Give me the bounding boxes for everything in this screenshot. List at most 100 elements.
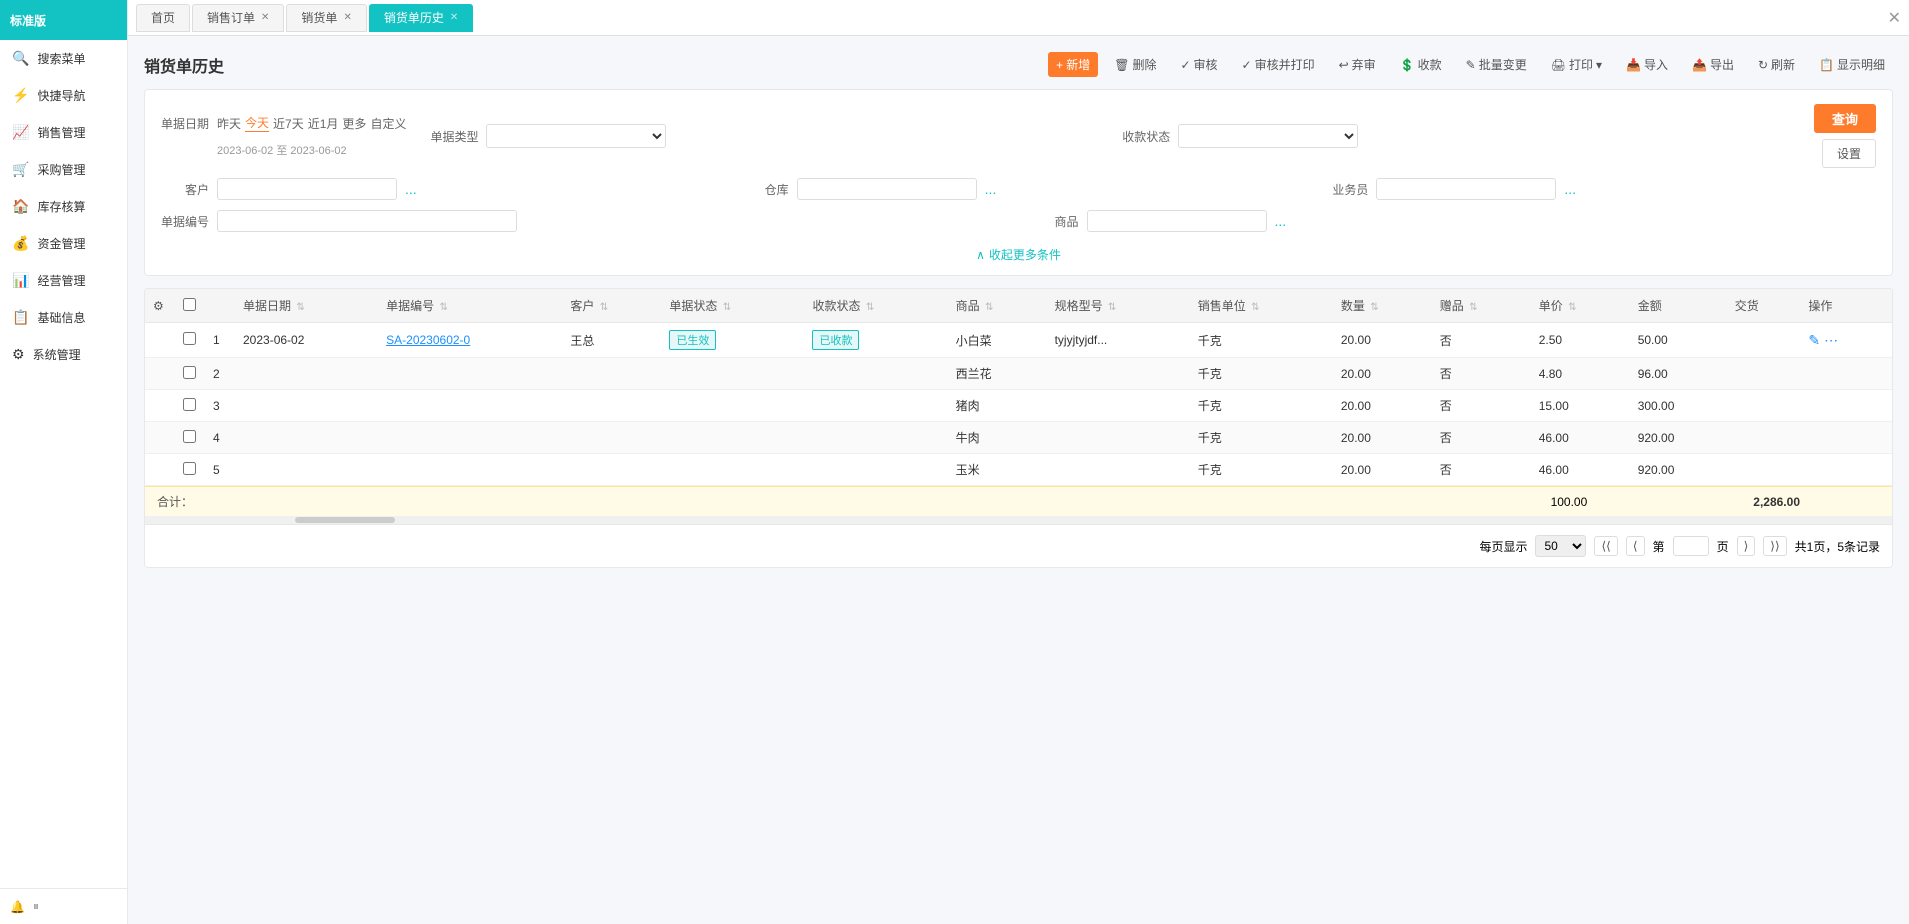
doc-num-cell[interactable] [378,390,562,422]
goods-label: 商品 [1031,213,1079,230]
first-page-button[interactable]: ⟨⟨ [1594,536,1617,556]
customer-col-header[interactable]: 客户 ⇅ [562,289,661,323]
select-all-checkbox[interactable] [183,298,196,311]
shortcut-last7[interactable]: 近7天 [273,115,304,132]
checkbox-cell[interactable] [175,390,205,422]
export-button[interactable]: 📤 导出 [1684,52,1742,77]
gift-col-header[interactable]: 赠品 ⇅ [1432,289,1531,323]
scrollbar-thumb[interactable] [295,517,395,523]
sidebar-item-inventory[interactable]: 🏠 库存核算 [0,188,127,225]
query-button[interactable]: 查询 [1814,104,1876,133]
new-button[interactable]: + 新增 [1048,52,1098,77]
shortcut-yesterday[interactable]: 昨天 [217,115,241,132]
sidebar-item-purchase-mgmt[interactable]: 🛒 采购管理 [0,151,127,188]
business-label: 业务员 [1320,181,1368,198]
business-dots[interactable]: ... [1564,181,1576,197]
audit-print-button[interactable]: ✓ 审核并打印 [1234,52,1323,77]
collect-button[interactable]: 💲 收款 [1392,52,1450,77]
show-detail-button[interactable]: 📋 显示明细 [1811,52,1893,77]
row-checkbox-4[interactable] [183,462,196,475]
warehouse-dots[interactable]: ... [985,181,997,197]
tab-sales-history-close[interactable]: ✕ [450,12,458,23]
customer-cell [562,358,661,390]
doc-date-cell [235,454,378,486]
customer-dots[interactable]: ... [405,181,417,197]
shortcut-custom[interactable]: 自定义 [370,115,406,132]
doc-num-cell[interactable] [378,358,562,390]
close-all-button[interactable]: ✕ [1888,8,1901,28]
ops-icon-0[interactable]: ✎ [1808,332,1820,348]
goods-cell: 西兰花 [948,358,1047,390]
goods-input[interactable] [1087,210,1267,232]
doc-num-cell[interactable]: SA-20230602-0 [378,323,562,358]
pause-icon[interactable]: ⏸ [33,899,39,914]
doc-num-cell[interactable] [378,422,562,454]
checkbox-cell[interactable] [175,454,205,486]
unit-col-header[interactable]: 销售单位 ⇅ [1190,289,1333,323]
prev-page-button[interactable]: ⟨ [1626,536,1645,556]
refresh-button[interactable]: ↻ 刷新 [1750,52,1803,77]
row-checkbox-1[interactable] [183,366,196,379]
import-button[interactable]: 📥 导入 [1618,52,1676,77]
spec-col-header[interactable]: 规格型号 ⇅ [1047,289,1190,323]
sidebar-item-search-menu[interactable]: 🔍 搜索菜单 [0,40,127,77]
checkbox-cell[interactable] [175,323,205,358]
next-page-button[interactable]: ⟩ [1737,536,1756,556]
shortcut-last-month[interactable]: 近1月 [308,115,339,132]
gear-col-header[interactable]: ⚙ [145,289,175,323]
sidebar-item-ops-mgmt[interactable]: 📊 经营管理 [0,262,127,299]
per-page-select[interactable]: 10 20 50 100 [1535,535,1586,557]
tab-sales-order-close[interactable]: ✕ [261,12,269,23]
tab-sales-goods-label: 销货单 [301,9,337,26]
print-button[interactable]: 🖨 打印 ▾ [1543,52,1610,77]
spec-cell [1047,422,1190,454]
doc-num-col-header[interactable]: 单据编号 ⇅ [378,289,562,323]
row-checkbox-3[interactable] [183,430,196,443]
collapse-more-button[interactable]: ∧ 收起更多条件 [161,242,1876,267]
collect-status-select[interactable] [1178,124,1358,148]
tab-sales-goods[interactable]: 销货单 ✕ [286,4,366,32]
tab-sales-order[interactable]: 销售订单 ✕ [192,4,284,32]
doc-num-input[interactable] [217,210,517,232]
page-number-input[interactable]: 1 [1673,536,1709,556]
sidebar-item-sales-mgmt[interactable]: 📈 销售管理 [0,114,127,151]
doc-type-select[interactable] [486,124,666,148]
doc-status-col-header[interactable]: 单据状态 ⇅ [661,289,804,323]
goods-dots[interactable]: ... [1275,213,1287,229]
checkbox-cell[interactable] [175,422,205,454]
business-input[interactable] [1376,178,1556,200]
audit-button[interactable]: ✓ 审核 [1172,52,1225,77]
sidebar-item-sys-mgmt[interactable]: ⚙ 系统管理 [0,336,127,373]
warehouse-input[interactable] [797,178,977,200]
horizontal-scrollbar[interactable] [145,516,1892,524]
checkbox-cell[interactable] [175,358,205,390]
sidebar-item-finance-mgmt[interactable]: 💰 资金管理 [0,225,127,262]
checkbox-col-header[interactable] [175,289,205,323]
last-page-button[interactable]: ⟩⟩ [1763,536,1786,556]
notification-icon[interactable]: 🔔 [10,900,25,914]
shortcut-more[interactable]: 更多 [342,115,366,132]
goods-col-header[interactable]: 商品 ⇅ [948,289,1047,323]
tab-sales-goods-close[interactable]: ✕ [343,12,351,23]
row-checkbox-0[interactable] [183,332,196,345]
sidebar-item-basic-info[interactable]: 📋 基础信息 [0,299,127,336]
ops-icon-1[interactable]: ⋯ [1824,332,1838,348]
customer-input[interactable] [217,178,397,200]
collect-status-col-header[interactable]: 收款状态 ⇅ [804,289,947,323]
batch-change-button[interactable]: ✎ 批量变更 [1458,52,1535,77]
price-col-header[interactable]: 单价 ⇅ [1531,289,1630,323]
set-button[interactable]: 设置 [1822,139,1876,168]
unit-cell: 千克 [1190,358,1333,390]
doc-date-col-header[interactable]: 单据日期 ⇅ [235,289,378,323]
abandon-button[interactable]: ↩ 弃审 [1331,52,1384,77]
row-checkbox-2[interactable] [183,398,196,411]
tab-sales-history[interactable]: 销货单历史 ✕ [369,4,473,32]
tab-home[interactable]: 首页 [136,4,190,32]
sidebar-item-quick-nav[interactable]: ⚡ 快捷导航 [0,77,127,114]
pagination-bar: 每页显示 10 20 50 100 ⟨⟨ ⟨ 第 1 页 ⟩ ⟩⟩ 共1页，5条… [145,524,1892,567]
shortcut-today[interactable]: 今天 [245,114,269,132]
delete-button[interactable]: 🗑 删除 [1106,52,1164,77]
qty-col-header[interactable]: 数量 ⇅ [1333,289,1432,323]
doc-num-cell[interactable] [378,454,562,486]
collect-status-cell [804,390,947,422]
